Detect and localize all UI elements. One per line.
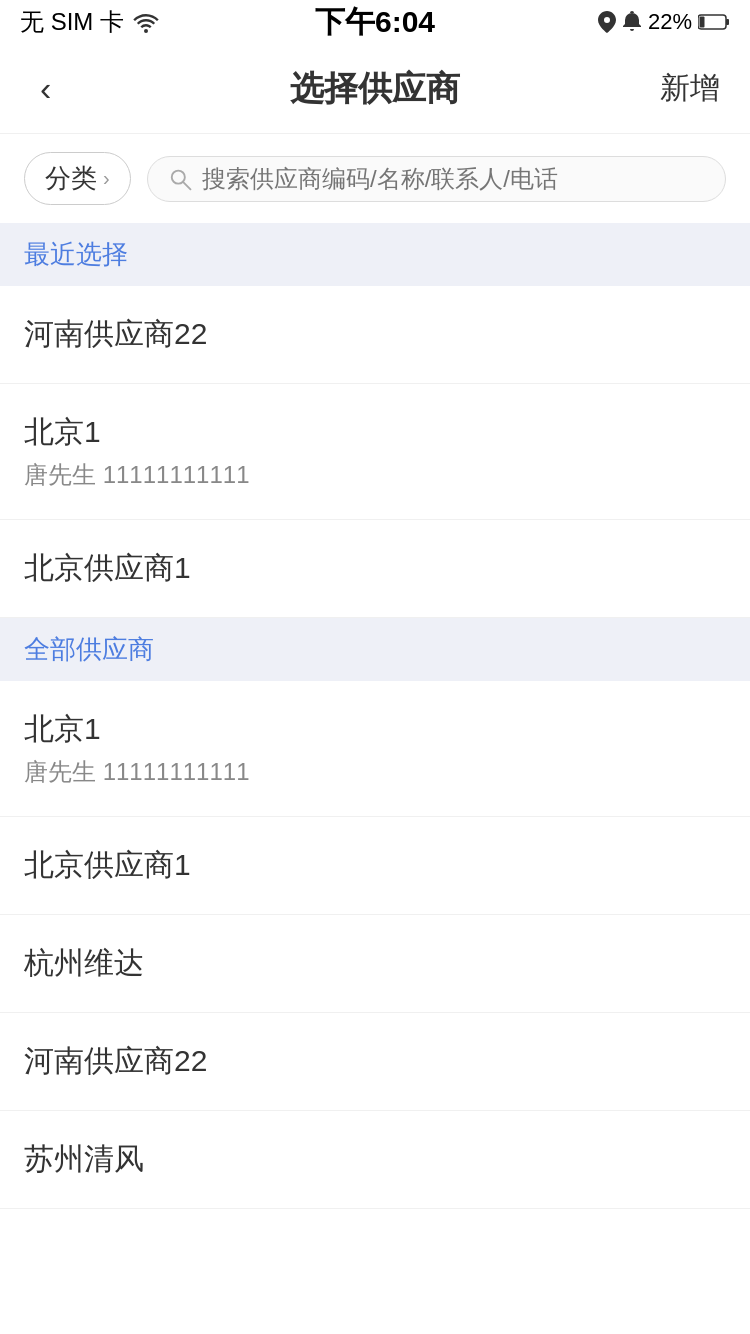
recent-list-item[interactable]: 河南供应商22 xyxy=(0,286,750,384)
carrier-text: 无 SIM 卡 xyxy=(20,6,124,38)
recent-section-label: 最近选择 xyxy=(24,239,128,269)
item-name: 北京1 xyxy=(24,412,726,453)
back-button[interactable]: ‹ xyxy=(30,59,61,118)
page-title: 选择供应商 xyxy=(290,66,460,112)
item-name: 北京供应商1 xyxy=(24,548,726,589)
category-label: 分类 xyxy=(45,161,97,196)
all-list-item[interactable]: 杭州维达 xyxy=(0,915,750,1013)
all-list-item[interactable]: 河南供应商22 xyxy=(0,1013,750,1111)
battery-text: 22% xyxy=(648,9,692,35)
svg-rect-2 xyxy=(700,17,705,28)
item-name: 苏州清风 xyxy=(24,1139,726,1180)
item-name: 河南供应商22 xyxy=(24,1041,726,1082)
status-left: 无 SIM 卡 xyxy=(20,6,160,38)
svg-rect-1 xyxy=(726,19,729,25)
all-section-header: 全部供应商 xyxy=(0,618,750,681)
category-button[interactable]: 分类 › xyxy=(24,152,131,205)
all-list-item[interactable]: 北京1 唐先生 11111111111 xyxy=(0,681,750,817)
status-bar: 无 SIM 卡 下午6:04 22% xyxy=(0,0,750,44)
item-name: 北京供应商1 xyxy=(24,845,726,886)
all-section-label: 全部供应商 xyxy=(24,634,154,664)
location-icon xyxy=(598,11,616,33)
item-sub: 唐先生 11111111111 xyxy=(24,756,726,788)
chevron-right-icon: › xyxy=(103,167,110,190)
all-list: 北京1 唐先生 11111111111 北京供应商1 杭州维达河南供应商22 苏州清风 xyxy=(0,681,750,1209)
recent-list-item[interactable]: 北京1 唐先生 11111111111 xyxy=(0,384,750,520)
search-box[interactable] xyxy=(147,156,726,202)
recent-section-header: 最近选择 xyxy=(0,223,750,286)
filter-bar: 分类 › xyxy=(0,134,750,223)
battery-icon xyxy=(698,13,730,31)
recent-list: 河南供应商22 北京1 唐先生 11111111111 北京供应商1 xyxy=(0,286,750,618)
item-name: 北京1 xyxy=(24,709,726,750)
status-time: 下午6:04 xyxy=(315,2,435,43)
recent-list-item[interactable]: 北京供应商1 xyxy=(0,520,750,618)
add-button[interactable]: 新增 xyxy=(660,68,720,109)
search-input[interactable] xyxy=(202,165,705,193)
status-right: 22% xyxy=(598,9,730,35)
search-icon xyxy=(168,166,192,192)
item-sub: 唐先生 11111111111 xyxy=(24,459,726,491)
all-list-item[interactable]: 苏州清风 xyxy=(0,1111,750,1209)
alarm-icon xyxy=(622,11,642,33)
item-name: 河南供应商22 xyxy=(24,314,726,355)
svg-line-4 xyxy=(183,181,190,188)
nav-bar: ‹ 选择供应商 新增 xyxy=(0,44,750,134)
all-list-item[interactable]: 北京供应商1 xyxy=(0,817,750,915)
item-name: 杭州维达 xyxy=(24,943,726,984)
wifi-icon xyxy=(132,11,160,33)
